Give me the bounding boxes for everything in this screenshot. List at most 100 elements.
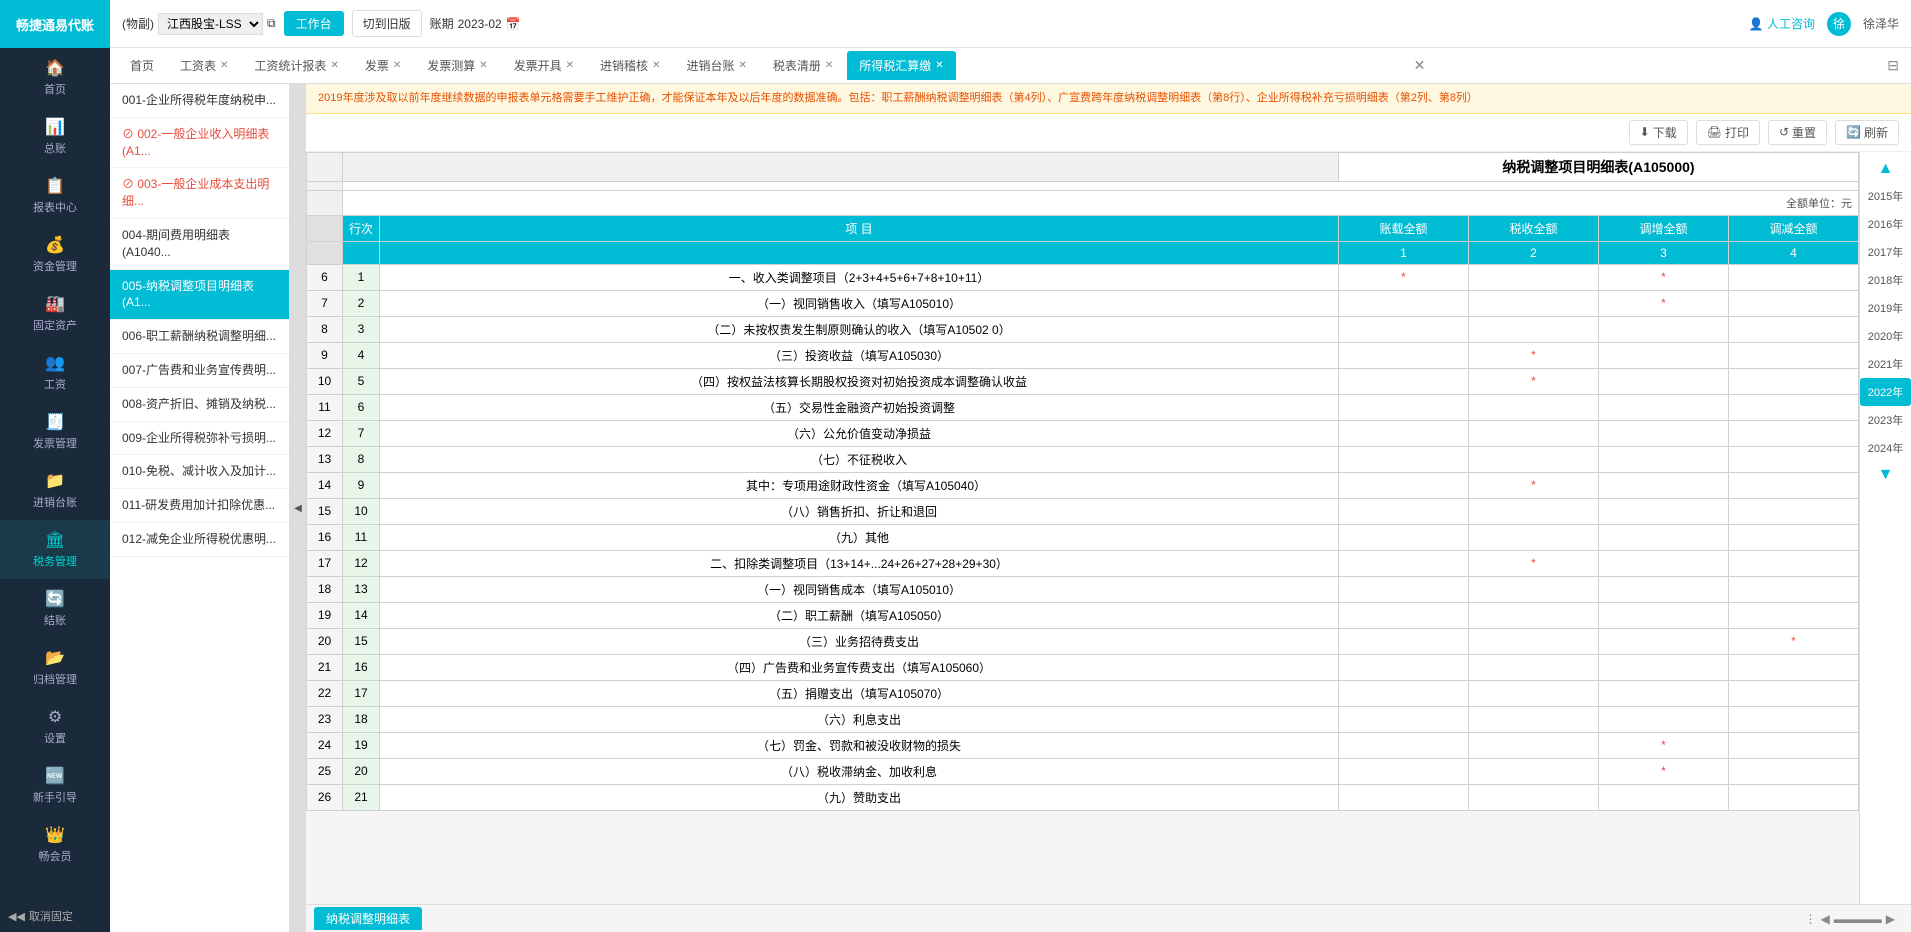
year-item-2015[interactable]: 2015年 (1860, 182, 1911, 210)
calendar-icon[interactable]: 📅 (506, 17, 521, 31)
item-text[interactable]: 一、收入类调整项目（2+3+4+5+6+7+8+10+11） (380, 264, 1339, 290)
c4-cell[interactable] (1729, 264, 1859, 290)
tab-close-icon[interactable]: ✕ (825, 60, 833, 71)
tab-salary[interactable]: 工资表 ✕ (168, 51, 240, 80)
left-panel-item-003[interactable]: ⊘ 003-一般企业成本支出明细... (110, 168, 289, 219)
year-item-2021[interactable]: 2021年 (1860, 350, 1911, 378)
left-panel-item-012[interactable]: 012-减免企业所得税优惠明... (110, 523, 289, 557)
sidebar-item-finance[interactable]: 💰 资金管理 (0, 225, 110, 284)
table-row: 19 14 （二）职工薪酬（填写A105050） (307, 602, 1859, 628)
sidebar-item-settings[interactable]: ⚙ 设置 (0, 697, 110, 756)
year-item-2022[interactable]: 2022年 (1860, 378, 1911, 406)
year-item-2024[interactable]: 2024年 (1860, 434, 1911, 462)
refresh-button[interactable]: 🔄 刷新 (1835, 120, 1899, 145)
table-row: 15 10 （八）销售折扣、折让和退回 (307, 498, 1859, 524)
sidebar-item-purchases[interactable]: 📁 进销台账 (0, 461, 110, 520)
tab-close-icon[interactable]: ✕ (738, 60, 746, 71)
tab-purchase-audit[interactable]: 进销稽核 ✕ (588, 51, 672, 80)
year-item-2017[interactable]: 2017年 (1860, 238, 1911, 266)
tab-label: 税表清册 (773, 57, 821, 74)
c3-cell[interactable]: * (1599, 264, 1729, 290)
tabbar-close-button[interactable]: ✕ (1410, 53, 1430, 78)
app-logo: 畅捷通易代账 (0, 0, 110, 48)
warning-text: 2019年度涉及取以前年度继续数据的申报表单元格需要手工维护正确，才能保证本年及… (318, 92, 1478, 104)
sidebar-item-home[interactable]: 🏠 首页 (0, 48, 110, 107)
year-up-button[interactable]: ▲ (1874, 156, 1898, 182)
year-item-2023[interactable]: 2023年 (1860, 406, 1911, 434)
left-panel-item-005[interactable]: 005-纳税调整项目明细表(A1... (110, 270, 289, 321)
bottom-tabs: 纳税调整明细表 ⋮ ◀ ▬▬▬▬ ▶ (306, 904, 1911, 932)
table-row: 7 2 （一）视同销售收入（填写A105010） * (307, 290, 1859, 316)
tab-close-icon[interactable]: ✕ (566, 60, 574, 71)
left-panel-item-007[interactable]: 007-广告费和业务宣传费明... (110, 354, 289, 388)
sidebar-item-assets[interactable]: 🏭 固定资产 (0, 284, 110, 343)
company-select[interactable]: 江西股宝-LSS (158, 13, 263, 35)
left-panel-item-004[interactable]: 004-期间费用明细表(A1040... (110, 219, 289, 270)
left-panel-item-010[interactable]: 010-免税、减计收入及加计... (110, 455, 289, 489)
tab-close-icon[interactable]: ✕ (330, 60, 338, 71)
sidebar-item-invoice[interactable]: 🧾 发票管理 (0, 402, 110, 461)
sidebar-item-salary[interactable]: 👥 工资 (0, 343, 110, 402)
tabbar-more-button[interactable]: ⊟ (1883, 53, 1903, 78)
tab-salary-report[interactable]: 工资统计报表 ✕ (242, 51, 350, 80)
horizontal-scrollbar[interactable]: ⋮ ◀ ▬▬▬▬ ▶ (1805, 912, 1903, 926)
year-item-2016[interactable]: 2016年 (1860, 210, 1911, 238)
company-copy-icon[interactable]: ⧉ (267, 16, 276, 31)
sidebar-footer-unpin[interactable]: ◀◀ 取消固定 (0, 900, 110, 932)
tab-close-icon[interactable]: ✕ (935, 60, 943, 71)
warning-bar: 2019年度涉及取以前年度继续数据的申报表单元格需要手工维护正确，才能保证本年及… (306, 84, 1911, 114)
tab-close-icon[interactable]: ✕ (479, 60, 487, 71)
bottom-tab-adjust[interactable]: 纳税调整明细表 (314, 907, 422, 930)
sidebar-item-label: 资金管理 (33, 258, 77, 274)
c2-cell[interactable] (1469, 264, 1599, 290)
tab-invoice-calc[interactable]: 发票测算 ✕ (415, 51, 499, 80)
c4-subheader: 4 (1729, 241, 1859, 264)
table-row: 8 3 （二）未按权责发生制原则确认的收入（填写A10502 0） (307, 316, 1859, 342)
left-panel-item-001[interactable]: 001-企业所得税年度纳税申... (110, 84, 289, 118)
left-panel-item-009[interactable]: 009-企业所得税弥补亏损明... (110, 422, 289, 456)
close-period-icon: 🔄 (45, 589, 65, 609)
reset-button[interactable]: ↺ 重置 (1768, 120, 1827, 145)
tab-invoice-open[interactable]: 发票开具 ✕ (502, 51, 586, 80)
workbench-button[interactable]: 工作台 (284, 11, 344, 36)
sidebar-item-tax[interactable]: 🏛 税务管理 (0, 520, 110, 579)
tab-purchase-ledger[interactable]: 进销台账 ✕ (674, 51, 758, 80)
tab-tax-clear[interactable]: 税表清册 ✕ (761, 51, 845, 80)
tab-income-tax[interactable]: 所得税汇算缴 ✕ (847, 51, 955, 80)
table-row: 26 21 （九）赞助支出 (307, 784, 1859, 810)
tab-close-icon[interactable]: ✕ (393, 60, 401, 71)
c1-cell[interactable]: * (1339, 264, 1469, 290)
left-panel-item-011[interactable]: 011-研发费用加计扣除优惠... (110, 489, 289, 523)
sidebar-item-label: 报表中心 (33, 199, 77, 215)
sidebar-item-guide[interactable]: 🆕 新手引导 (0, 756, 110, 815)
print-button[interactable]: 🖨 打印 (1696, 120, 1760, 145)
left-panel-item-008[interactable]: 008-资产折旧、摊销及纳税... (110, 388, 289, 422)
member-icon: 👑 (45, 825, 65, 845)
year-item-2020[interactable]: 2020年 (1860, 322, 1911, 350)
year-down-button[interactable]: ▼ (1874, 462, 1898, 488)
sidebar-item-close[interactable]: 🔄 结账 (0, 579, 110, 638)
sidebar-item-archive[interactable]: 📂 归档管理 (0, 638, 110, 697)
collapse-panel-button[interactable]: ◀ (290, 84, 306, 932)
download-button[interactable]: ⬇ 下载 (1629, 120, 1688, 145)
tab-invoice[interactable]: 发票 ✕ (353, 51, 413, 80)
table-row-empty (307, 181, 1859, 190)
tab-home[interactable]: 首页 (118, 51, 166, 80)
sidebar-item-ledger[interactable]: 📊 总账 (0, 107, 110, 166)
item-header: 项 目 (380, 215, 1339, 241)
support-link[interactable]: 👤 人工咨询 (1749, 15, 1815, 32)
sidebar-item-label: 结账 (44, 612, 66, 628)
left-panel-item-006[interactable]: 006-职工薪酬纳税调整明细... (110, 320, 289, 354)
year-item-2019[interactable]: 2019年 (1860, 294, 1911, 322)
c1-subheader: 1 (1339, 241, 1469, 264)
hang-subheader (343, 241, 380, 264)
left-panel: 001-企业所得税年度纳税申... ⊘ 002-一般企业收入明细表(A1... … (110, 84, 290, 932)
year-item-2018[interactable]: 2018年 (1860, 266, 1911, 294)
sidebar-item-member[interactable]: 👑 畅会员 (0, 815, 110, 874)
tab-close-icon[interactable]: ✕ (652, 60, 660, 71)
back-button[interactable]: 切到旧版 (352, 10, 422, 37)
sidebar-item-report[interactable]: 📋 报表中心 (0, 166, 110, 225)
table-row: 18 13 （一）视同销售成本（填写A105010） (307, 576, 1859, 602)
tab-close-icon[interactable]: ✕ (220, 60, 228, 71)
left-panel-item-002[interactable]: ⊘ 002-一般企业收入明细表(A1... (110, 118, 289, 169)
